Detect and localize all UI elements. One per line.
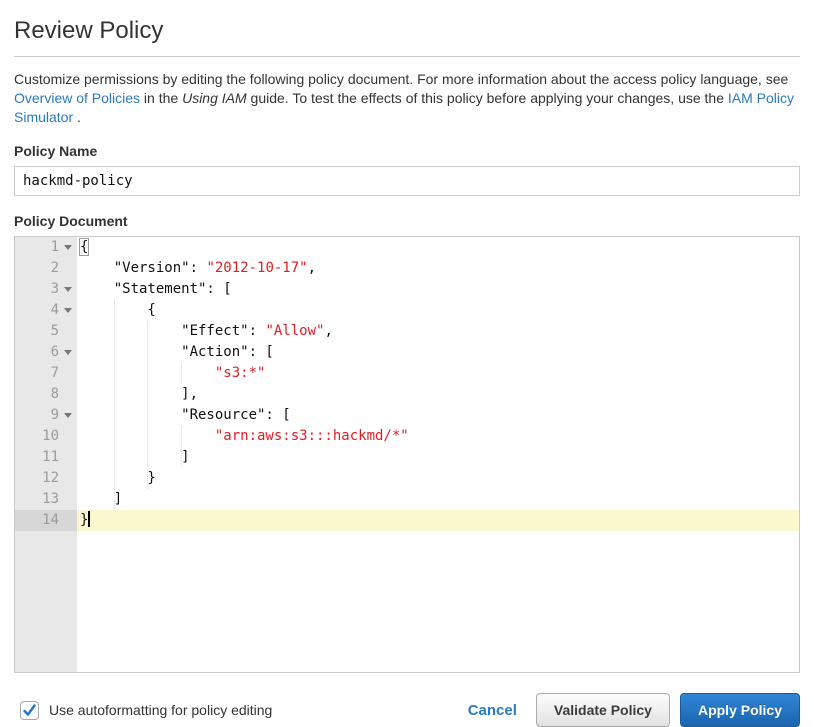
intro-text-2: in the (140, 90, 182, 106)
header-divider (14, 56, 800, 57)
code-line-8[interactable]: ], (77, 384, 799, 405)
gutter-line-4: 4 (15, 300, 77, 321)
code-line-5[interactable]: "Effect": "Allow", (77, 321, 799, 342)
intro-text-4: . (73, 109, 81, 125)
gutter-line-14: 14 (15, 510, 77, 531)
overview-of-policies-link[interactable]: Overview of Policies (14, 90, 140, 106)
policy-name-input[interactable] (14, 166, 800, 196)
code-line-14[interactable]: } (77, 510, 799, 531)
code-line-13[interactable]: ] (77, 489, 799, 510)
gutter-line-3: 3 (15, 279, 77, 300)
policy-document-editor[interactable]: 1234567891011121314 { "Version": "2012-1… (14, 236, 800, 673)
gutter-line-6: 6 (15, 342, 77, 363)
code-line-3[interactable]: "Statement": [ (77, 279, 799, 300)
code-line-2[interactable]: "Version": "2012-10-17", (77, 258, 799, 279)
using-iam-guide-name: Using IAM (182, 90, 247, 106)
validate-policy-button[interactable]: Validate Policy (536, 693, 670, 727)
gutter-line-11: 11 (15, 447, 77, 468)
code-line-11[interactable]: ] (77, 447, 799, 468)
code-line-12[interactable]: } (77, 468, 799, 489)
review-policy-page: Review Policy Customize permissions by e… (0, 0, 814, 727)
cancel-link[interactable]: Cancel (468, 702, 517, 719)
gutter-line-2: 2 (15, 258, 77, 279)
policy-document-label: Policy Document (14, 213, 800, 229)
gutter-line-10: 10 (15, 426, 77, 447)
gutter-line-1: 1 (15, 237, 77, 258)
fold-arrow-icon[interactable] (64, 413, 72, 418)
code-line-7[interactable]: "s3:*" (77, 363, 799, 384)
fold-arrow-icon[interactable] (64, 350, 72, 355)
code-line-1[interactable]: { (77, 237, 799, 258)
checkmark-icon (22, 703, 37, 718)
fold-arrow-icon[interactable] (64, 245, 72, 250)
gutter-line-12: 12 (15, 468, 77, 489)
code-line-10[interactable]: "arn:aws:s3:::hackmd/*" (77, 426, 799, 447)
code-line-9[interactable]: "Resource": [ (77, 405, 799, 426)
policy-name-label: Policy Name (14, 143, 800, 159)
gutter-line-5: 5 (15, 321, 77, 342)
page-title: Review Policy (14, 16, 800, 46)
apply-policy-button[interactable]: Apply Policy (680, 693, 800, 727)
code-line-6[interactable]: "Action": [ (77, 342, 799, 363)
intro-text-1: Customize permissions by editing the fol… (14, 71, 788, 87)
intro-text: Customize permissions by editing the fol… (14, 70, 800, 127)
editor-content[interactable]: { "Version": "2012-10-17", "Statement": … (77, 237, 799, 672)
gutter-line-9: 9 (15, 405, 77, 426)
gutter-line-13: 13 (15, 489, 77, 510)
fold-arrow-icon[interactable] (64, 287, 72, 292)
fold-arrow-icon[interactable] (64, 308, 72, 313)
autoformat-label: Use autoformatting for policy editing (49, 702, 272, 718)
autoformat-checkbox[interactable] (20, 701, 39, 720)
intro-text-3: guide. To test the effects of this polic… (247, 90, 728, 106)
gutter-line-7: 7 (15, 363, 77, 384)
text-cursor (88, 511, 90, 527)
gutter-line-8: 8 (15, 384, 77, 405)
editor-gutter: 1234567891011121314 (15, 237, 77, 672)
code-line-4[interactable]: { (77, 300, 799, 321)
